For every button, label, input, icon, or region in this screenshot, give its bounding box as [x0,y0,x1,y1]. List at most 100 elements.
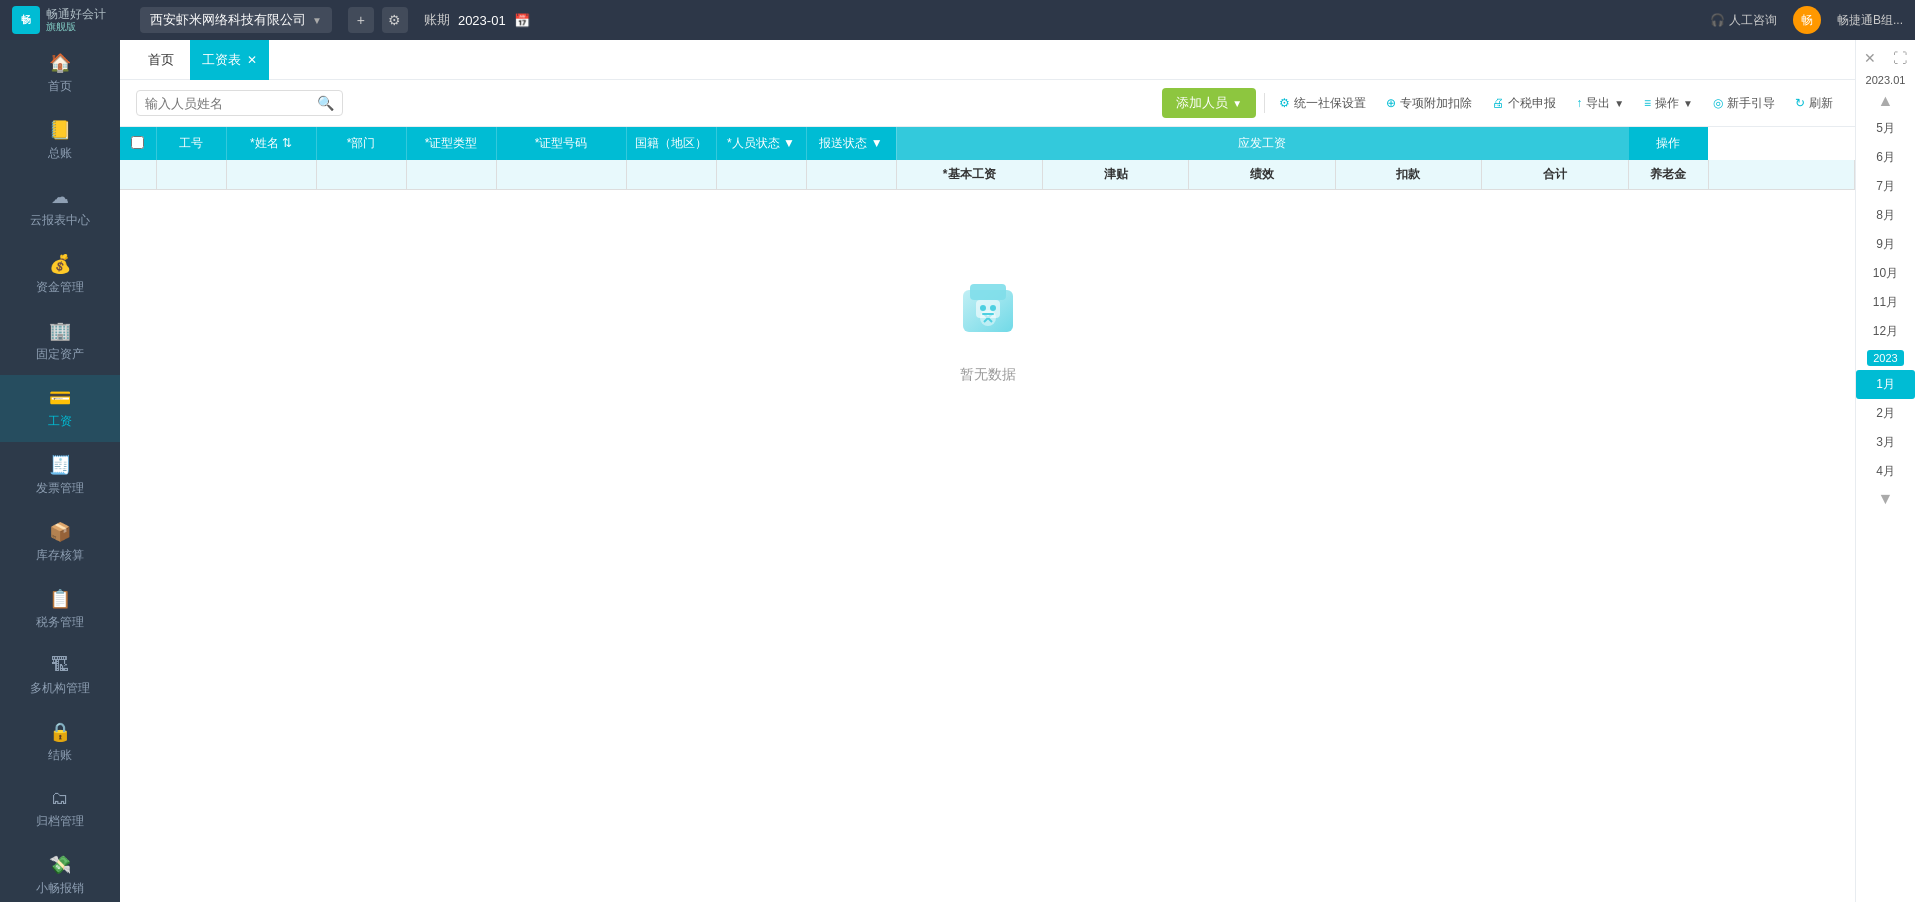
sidebar-item-archive[interactable]: 🗂 归档管理 [0,776,120,842]
tab-salary-table[interactable]: 工资表 ✕ [190,40,269,80]
add-person-button[interactable]: 添加人员 ▼ [1162,88,1256,118]
sidebar-item-tax[interactable]: 📋 税务管理 [0,576,120,643]
tab-close-icon[interactable]: ✕ [247,53,257,67]
month-2022-12[interactable]: 12月 [1856,317,1915,346]
logo-area: 畅 畅通好会计 旗舰版 [12,6,132,34]
special-deduct-button[interactable]: ⊕ 专项附加扣除 [1380,91,1478,116]
sidebar-item-label: 归档管理 [36,813,84,830]
col-country-header: 国籍（地区） [626,127,716,160]
settings-button[interactable]: ⚙ [382,7,408,33]
archive-icon: 🗂 [51,788,69,809]
add-button[interactable]: + [348,7,374,33]
sidebar-item-cloud[interactable]: ☁ 云报表中心 [0,174,120,241]
funds-icon: 💰 [49,253,71,275]
col-salary-group-header: 应发工资 [896,127,1628,160]
col-action-header: 操作 [1628,127,1708,160]
company-selector[interactable]: 西安虾米网络科技有限公司 ▼ [140,7,332,33]
sidebar-item-label: 总账 [48,145,72,162]
sidebar-item-inventory[interactable]: 📦 库存核算 [0,509,120,576]
sidebar-item-salary[interactable]: 💳 工资 [0,375,120,442]
month-2023-04[interactable]: 4月 [1856,457,1915,486]
sidebar-item-ledger[interactable]: 📒 总账 [0,107,120,174]
salary-table: 工号 *姓名 ⇅ *部门 *证型类型 *证型号码 国籍（地区） *人员状态 ▼ … [120,127,1855,190]
panel-expand-button[interactable]: ⛶ [1893,50,1907,66]
month-2023-01[interactable]: 1月 [1856,370,1915,399]
svg-point-7 [990,305,996,311]
sub-checkbox [120,160,156,190]
empty-state-text: 暂无数据 [960,366,1016,384]
month-2023-02[interactable]: 2月 [1856,399,1915,428]
refresh-button[interactable]: ↻ 刷新 [1789,91,1839,116]
tax-report-button[interactable]: 🖨 个税申报 [1486,91,1562,116]
col-status-header: *人员状态 ▼ [716,127,806,160]
sidebar-item-label: 多机构管理 [30,680,90,697]
month-2023-03[interactable]: 3月 [1856,428,1915,457]
sidebar-item-label: 发票管理 [36,480,84,497]
sidebar-item-label: 工资 [48,413,72,430]
sidebar: 🏠 首页 📒 总账 ☁ 云报表中心 💰 资金管理 🏢 固定资产 💳 工资 🧾 发… [0,40,120,902]
operations-button[interactable]: ≡ 操作 ▼ [1638,91,1699,116]
col-cert-type-header: *证型类型 [406,127,496,160]
sidebar-item-label: 结账 [48,747,72,764]
sidebar-item-funds[interactable]: 💰 资金管理 [0,241,120,308]
user-name[interactable]: 畅捷通B组... [1837,12,1903,29]
right-panel-title-row: ✕ ⛶ [1856,44,1915,72]
svg-rect-1 [970,284,1006,300]
month-2022-07[interactable]: 7月 [1856,172,1915,201]
close-period-icon: 🔒 [49,721,71,743]
guide-circle-icon: ◎ [1713,96,1723,110]
export-button[interactable]: ↑ 导出 ▼ [1570,91,1630,116]
col-id-header: 工号 [156,127,226,160]
social-security-button[interactable]: ⚙ 统一社保设置 [1273,91,1372,116]
col-checkbox [120,127,156,160]
calendar-icon[interactable]: 📅 [514,13,530,28]
expense-icon: 💸 [49,854,71,876]
period-label: 账期 [424,11,450,29]
month-2022-10[interactable]: 10月 [1856,259,1915,288]
panel-close-button[interactable]: ✕ [1864,50,1876,66]
export-icon: ↑ [1576,96,1582,110]
sidebar-item-home[interactable]: 🏠 首页 [0,40,120,107]
sub-subsidy: 津贴 [1042,160,1188,190]
svg-point-6 [980,305,986,311]
toolbar: 🔍 添加人员 ▼ ⚙ 统一社保设置 ⊕ 专项附加扣除 🖨 个税申报 ↑ [120,80,1855,127]
svg-rect-8 [982,313,994,315]
sub-name [226,160,316,190]
sidebar-item-close[interactable]: 🔒 结账 [0,709,120,776]
col-cert-no-header: *证型号码 [496,127,626,160]
toolbar-divider [1264,93,1265,113]
month-2022-08[interactable]: 8月 [1856,201,1915,230]
tab-bar: 首页 工资表 ✕ [120,40,1855,80]
new-guide-button[interactable]: ◎ 新手引导 [1707,91,1781,116]
sidebar-item-expense[interactable]: 💸 小畅报销 [0,842,120,902]
scroll-up-button[interactable]: ▲ [1874,88,1898,114]
settings-icon: ⚙ [1279,96,1290,110]
chevron-down-icon: ▼ [1683,98,1693,109]
scroll-down-button[interactable]: ▼ [1874,486,1898,512]
month-2022-05[interactable]: 5月 [1856,114,1915,143]
sidebar-item-invoice[interactable]: 🧾 发票管理 [0,442,120,509]
search-input[interactable] [145,96,313,111]
print-icon: 🖨 [1492,96,1504,110]
sidebar-item-label: 资金管理 [36,279,84,296]
sidebar-item-label: 首页 [48,78,72,95]
chevron-down-icon: ▼ [1614,98,1624,109]
sidebar-item-label: 固定资产 [36,346,84,363]
sidebar-item-assets[interactable]: 🏢 固定资产 [0,308,120,375]
col-name-header: *姓名 ⇅ [226,127,316,160]
top-header: 畅 畅通好会计 旗舰版 西安虾米网络科技有限公司 ▼ + ⚙ 账期 2023-0… [0,0,1915,40]
search-input-wrap: 🔍 [136,90,343,116]
month-2022-09[interactable]: 9月 [1856,230,1915,259]
tab-home[interactable]: 首页 [136,40,186,80]
period-info: 账期 2023-01 📅 [424,11,530,29]
company-name: 西安虾米网络科技有限公司 [150,11,306,29]
select-all-checkbox[interactable] [131,136,144,149]
right-panel: ✕ ⛶ 2023.01 ▲ 5月 6月 7月 8月 9月 10月 11月 12月… [1855,40,1915,902]
month-2022-06[interactable]: 6月 [1856,143,1915,172]
logo-text: 畅通好会计 旗舰版 [46,7,106,33]
sub-insurance: 养老金 [1628,160,1708,190]
sidebar-item-multi[interactable]: 🏗 多机构管理 [0,643,120,709]
month-2022-11[interactable]: 11月 [1856,288,1915,317]
empty-state: 暂无数据 [120,190,1855,464]
service-button[interactable]: 🎧 人工咨询 [1710,12,1777,29]
